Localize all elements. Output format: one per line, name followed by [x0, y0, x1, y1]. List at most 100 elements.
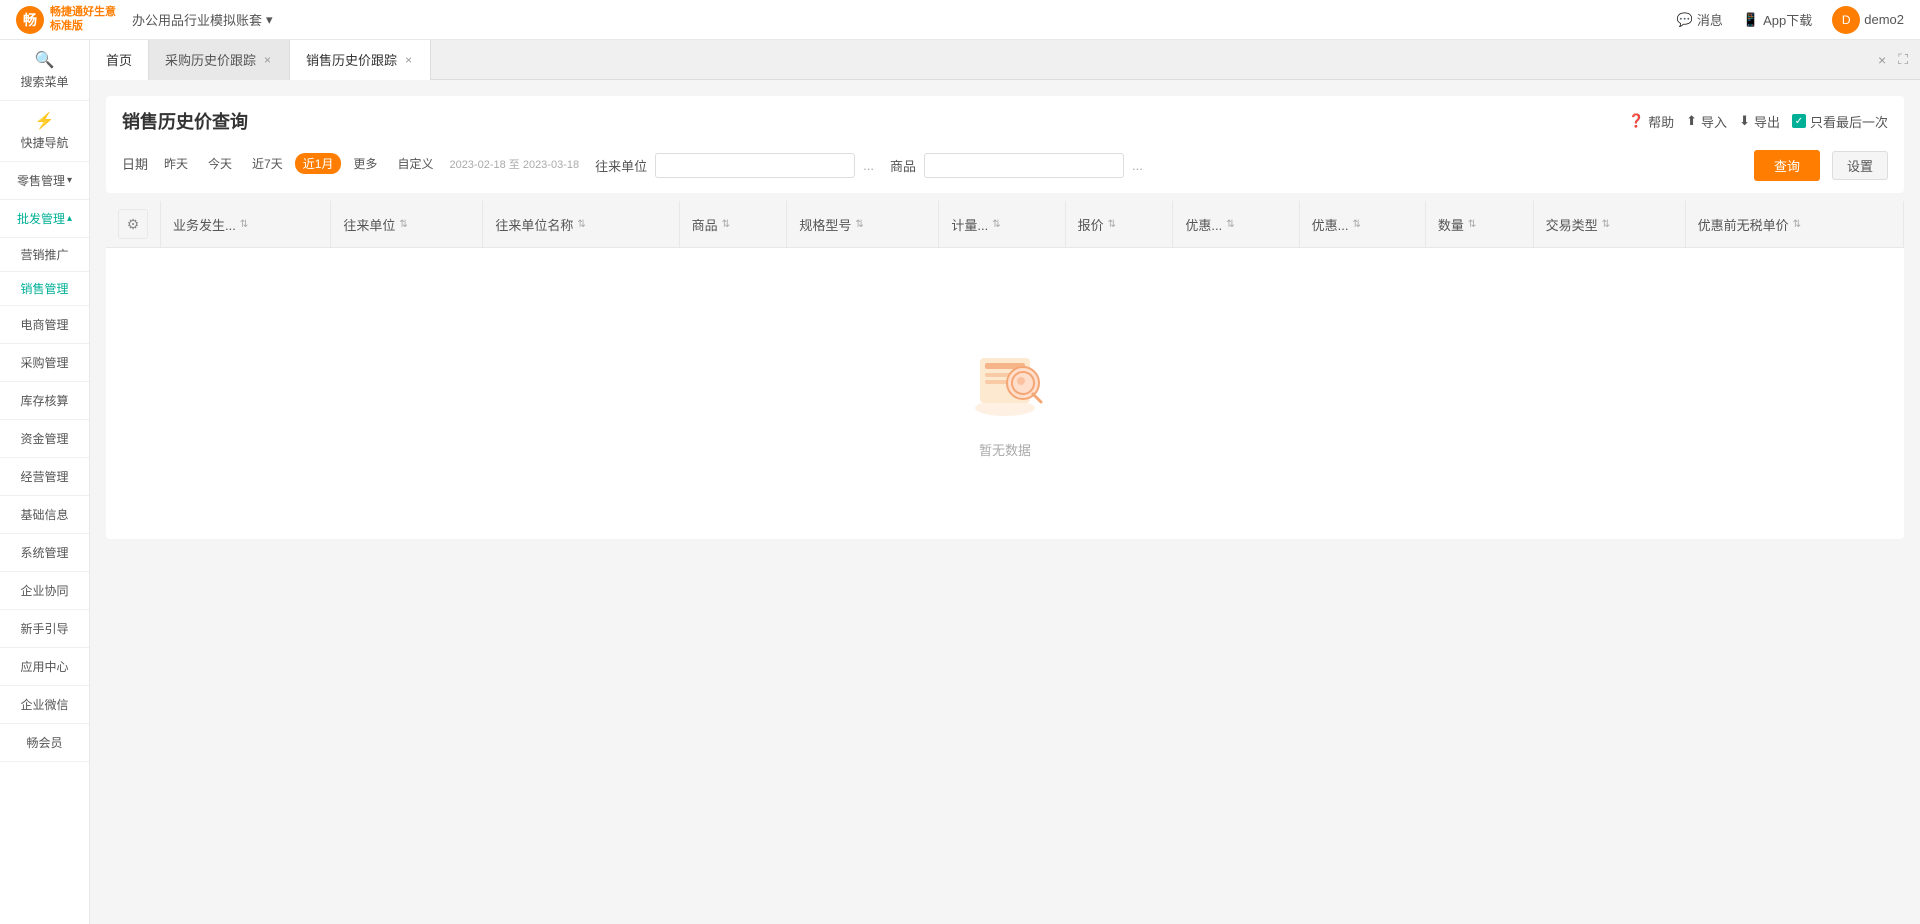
goods-filter-group: 商品 ...: [890, 153, 1143, 178]
counterparty-input[interactable]: [655, 153, 855, 178]
import-btn[interactable]: ⬆ 导入: [1686, 112, 1727, 131]
th-quantity[interactable]: 数量 ⇅: [1425, 201, 1533, 248]
header-left: 畅 畅捷通好生意 标准版 办公用品行业模拟账套 ▾: [16, 6, 281, 34]
goods-picker-btn[interactable]: ...: [1132, 158, 1143, 173]
sidebar-item-member[interactable]: 畅会员: [0, 724, 89, 762]
search-icon: 🔍: [35, 50, 55, 70]
sidebar-item-retail[interactable]: 零售管理 ▾: [0, 162, 89, 200]
date-btn-7days[interactable]: 近7天: [244, 153, 291, 174]
date-btn-more[interactable]: 更多: [345, 153, 385, 174]
page-actions: ❓ 帮助 ⬆ 导入 ⬇ 导出 ✓ 只看最后一次: [1628, 112, 1888, 131]
message-btn[interactable]: 💬 消息: [1677, 10, 1723, 29]
app-download-btn[interactable]: 📱 App下载: [1743, 10, 1812, 29]
th-counterparty-code[interactable]: 往来单位 ⇅: [331, 201, 483, 248]
logo: 畅 畅捷通好生意 标准版: [16, 6, 116, 34]
th-counterparty-name[interactable]: 往来单位名称 ⇅: [483, 201, 679, 248]
export-icon: ⬇: [1739, 113, 1750, 129]
sidebar-item-guide[interactable]: 新手引导: [0, 610, 89, 648]
sidebar-item-ecommerce[interactable]: 电商管理: [0, 306, 89, 344]
date-btn-1month[interactable]: 近1月: [295, 153, 342, 174]
sidebar-item-search[interactable]: 🔍 搜索菜单: [0, 40, 89, 101]
empty-state: 暂无数据: [106, 248, 1904, 539]
help-btn[interactable]: ❓ 帮助: [1628, 112, 1674, 131]
date-buttons: 昨天 今天 近7天 近1月 更多 自定义 2023-02-18 至 2023-0…: [156, 153, 579, 174]
sidebar-item-wholesale[interactable]: 批发管理 ▴: [0, 200, 89, 238]
sidebar-item-purchase[interactable]: 采购管理: [0, 344, 89, 382]
counterparty-picker-btn[interactable]: ...: [863, 158, 874, 173]
chevron-up-icon: ▴: [67, 213, 72, 224]
page-title: 销售历史价查询: [122, 108, 248, 134]
sidebar-item-marketing[interactable]: 营销推广: [0, 238, 89, 272]
sidebar-item-enterprise[interactable]: 企业协同: [0, 572, 89, 610]
sort-icon: ⇅: [1602, 219, 1610, 230]
sidebar-item-finance[interactable]: 资金管理: [0, 420, 89, 458]
filter-row: 日期 昨天 今天 近7天 近1月 更多 自定义 2023-02-18 至 202…: [122, 150, 1888, 181]
header-right: 💬 消息 📱 App下载 D demo2: [1677, 6, 1904, 34]
tab-controls: × ⛶: [1866, 47, 1920, 72]
sort-icon: ⇅: [992, 219, 1000, 230]
sort-icon: ⇅: [855, 219, 863, 230]
sort-icon: ⇅: [1793, 219, 1801, 230]
only-last-checkbox[interactable]: ✓ 只看最后一次: [1792, 112, 1888, 131]
th-pre-tax-price[interactable]: 优惠前无税单价 ⇅: [1685, 201, 1903, 248]
filter-right: 查询 设置: [1754, 150, 1888, 181]
date-btn-today[interactable]: 今天: [200, 153, 240, 174]
th-gear[interactable]: ⚙: [106, 201, 161, 248]
date-range-text: 2023-02-18 至 2023-03-18: [449, 156, 579, 172]
gear-icon[interactable]: ⚙: [118, 209, 148, 239]
tab-bar: 首页 采购历史价跟踪 × 销售历史价跟踪 × × ⛶: [90, 40, 1920, 80]
content-area: 首页 采购历史价跟踪 × 销售历史价跟踪 × × ⛶ 销售历史价查询: [90, 40, 1920, 924]
sort-icon: ⇅: [1468, 219, 1476, 230]
tab-close-sales[interactable]: ×: [403, 51, 414, 69]
sidebar-item-sales[interactable]: 销售管理: [0, 272, 89, 306]
goods-input[interactable]: [924, 153, 1124, 178]
sidebar-item-inventory[interactable]: 库存核算: [0, 382, 89, 420]
page-content: 销售历史价查询 ❓ 帮助 ⬆ 导入 ⬇ 导出: [90, 80, 1920, 924]
data-table: ⚙ 业务发生... ⇅ 往来单位: [106, 201, 1904, 248]
sort-icon: ⇅: [577, 219, 585, 230]
avatar: D: [1832, 6, 1860, 34]
th-discount-rate[interactable]: 优惠... ⇅: [1173, 201, 1299, 248]
th-biz-date[interactable]: 业务发生... ⇅: [161, 201, 331, 248]
th-goods[interactable]: 商品 ⇅: [679, 201, 787, 248]
date-btn-custom[interactable]: 自定义: [389, 153, 441, 174]
tab-purchase-history[interactable]: 采购历史价跟踪 ×: [149, 40, 290, 80]
maximize-btn[interactable]: ⛶: [1894, 47, 1912, 72]
sidebar-item-basic[interactable]: 基础信息: [0, 496, 89, 534]
sidebar-item-system[interactable]: 系统管理: [0, 534, 89, 572]
th-unit[interactable]: 计量... ⇅: [939, 201, 1065, 248]
page-title-bar: 销售历史价查询 ❓ 帮助 ⬆ 导入 ⬇ 导出: [122, 108, 1888, 134]
date-btn-yesterday[interactable]: 昨天: [156, 153, 196, 174]
logo-text: 畅捷通好生意 标准版: [50, 6, 116, 32]
th-trade-type[interactable]: 交易类型 ⇅: [1533, 201, 1685, 248]
empty-icon: [955, 328, 1055, 428]
th-discount-amt[interactable]: 优惠... ⇅: [1299, 201, 1425, 248]
checkbox-icon: ✓: [1792, 114, 1806, 128]
close-tab-btn[interactable]: ×: [1874, 48, 1890, 72]
sidebar-item-operations[interactable]: 经营管理: [0, 458, 89, 496]
empty-text: 暂无数据: [979, 440, 1031, 459]
message-icon: 💬: [1677, 12, 1693, 28]
tab-close-purchase[interactable]: ×: [262, 51, 273, 69]
chevron-down-icon: ▾: [266, 12, 273, 28]
th-spec[interactable]: 规格型号 ⇅: [787, 201, 939, 248]
search-button[interactable]: 查询: [1754, 150, 1820, 181]
sidebar-item-appstore[interactable]: 应用中心: [0, 648, 89, 686]
sort-icon: ⇅: [722, 219, 730, 230]
top-header: 畅 畅捷通好生意 标准版 办公用品行业模拟账套 ▾ 💬 消息 📱 App下载 D…: [0, 0, 1920, 40]
filter-section: 销售历史价查询 ❓ 帮助 ⬆ 导入 ⬇ 导出: [106, 96, 1904, 193]
sort-icon: ⇅: [1226, 219, 1234, 230]
user-menu[interactable]: D demo2: [1832, 6, 1904, 34]
table-header-row: ⚙ 业务发生... ⇅ 往来单位: [106, 201, 1904, 248]
sort-icon: ⇅: [399, 219, 407, 230]
setting-button[interactable]: 设置: [1832, 151, 1888, 180]
sidebar: 🔍 搜索菜单 ⚡ 快捷导航 零售管理 ▾ 批发管理 ▴ 营销推广 销售管理 电商…: [0, 40, 90, 924]
tab-sales-history[interactable]: 销售历史价跟踪 ×: [290, 40, 431, 80]
tab-home[interactable]: 首页: [90, 40, 149, 80]
th-quote[interactable]: 报价 ⇅: [1065, 201, 1173, 248]
import-icon: ⬆: [1686, 113, 1697, 129]
app-selector[interactable]: 办公用品行业模拟账套 ▾: [124, 10, 281, 29]
export-btn[interactable]: ⬇ 导出: [1739, 112, 1780, 131]
sidebar-item-wechat[interactable]: 企业微信: [0, 686, 89, 724]
sidebar-item-shortcut[interactable]: ⚡ 快捷导航: [0, 101, 89, 162]
